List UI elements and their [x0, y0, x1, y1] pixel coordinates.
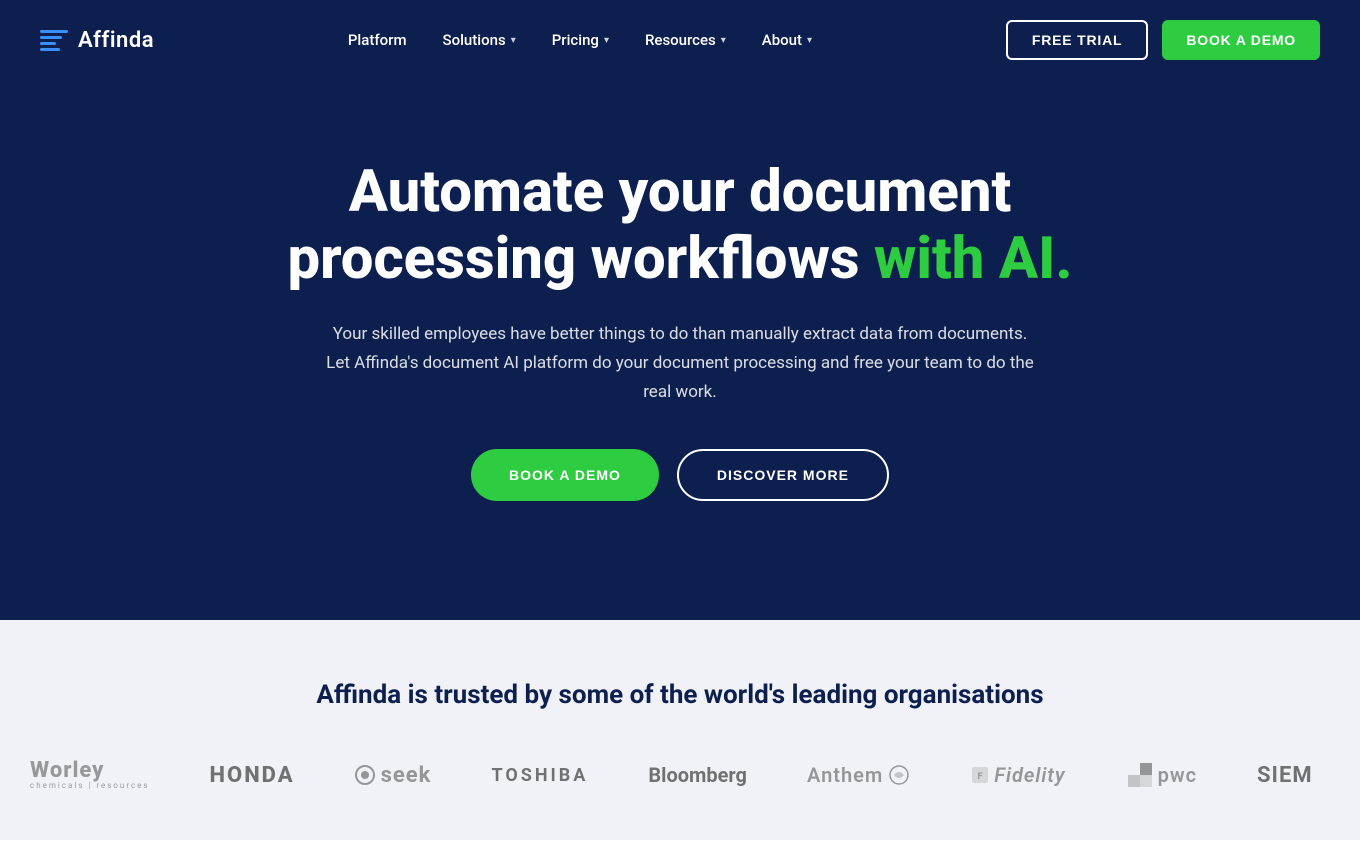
logo-text: Affinda [78, 28, 154, 53]
trusted-section: Affinda is trusted by some of the world'… [0, 620, 1360, 840]
logos-strip: Worley chemicals | resources HONDA seek … [0, 760, 1360, 790]
nav-item-pricing[interactable]: Pricing ▾ [552, 31, 609, 49]
list-item: seek [355, 763, 432, 788]
nav-actions: FREE TRIAL BOOK A DEMO [1006, 20, 1320, 60]
hero-section: Automate your document processing workfl… [0, 0, 1360, 620]
svg-text:F: F [978, 772, 983, 782]
nav-item-resources[interactable]: Resources ▾ [645, 31, 726, 49]
chevron-down-icon: ▾ [721, 35, 726, 46]
navbar: Affinda Platform Solutions ▾ Pricing ▾ R… [0, 0, 1360, 80]
logo-icon [40, 30, 68, 51]
nav-links: Platform Solutions ▾ Pricing ▾ Resources… [348, 31, 812, 49]
book-demo-nav-button[interactable]: BOOK A DEMO [1162, 20, 1320, 60]
nav-item-platform[interactable]: Platform [348, 31, 407, 49]
list-item: TOSHIBA [491, 765, 588, 786]
hero-buttons: BOOK A DEMO DISCOVER MORE [287, 449, 1072, 501]
free-trial-button[interactable]: FREE TRIAL [1006, 20, 1148, 60]
trusted-title: Affinda is trusted by some of the world'… [0, 680, 1360, 710]
hero-content: Automate your document processing workfl… [287, 159, 1072, 501]
list-item: F Fidelity [970, 763, 1065, 787]
list-item: Anthem [807, 763, 910, 787]
list-item: SIEM [1257, 763, 1313, 788]
discover-more-button[interactable]: DISCOVER MORE [677, 449, 889, 501]
list-item: HONDA [210, 763, 295, 788]
nav-item-about[interactable]: About ▾ [762, 31, 812, 49]
logo[interactable]: Affinda [40, 28, 154, 53]
chevron-down-icon: ▾ [807, 35, 812, 46]
list-item: Bloomberg [648, 763, 747, 787]
chevron-down-icon: ▾ [604, 35, 609, 46]
hero-subtitle: Your skilled employees have better thing… [320, 320, 1040, 407]
nav-item-solutions[interactable]: Solutions ▾ [443, 31, 516, 49]
list-item: pwc [1126, 761, 1197, 789]
hero-title: Automate your document processing workfl… [287, 159, 1072, 292]
chevron-down-icon: ▾ [511, 35, 516, 46]
list-item: Worley chemicals | resources [30, 760, 150, 790]
book-demo-hero-button[interactable]: BOOK A DEMO [471, 449, 659, 501]
